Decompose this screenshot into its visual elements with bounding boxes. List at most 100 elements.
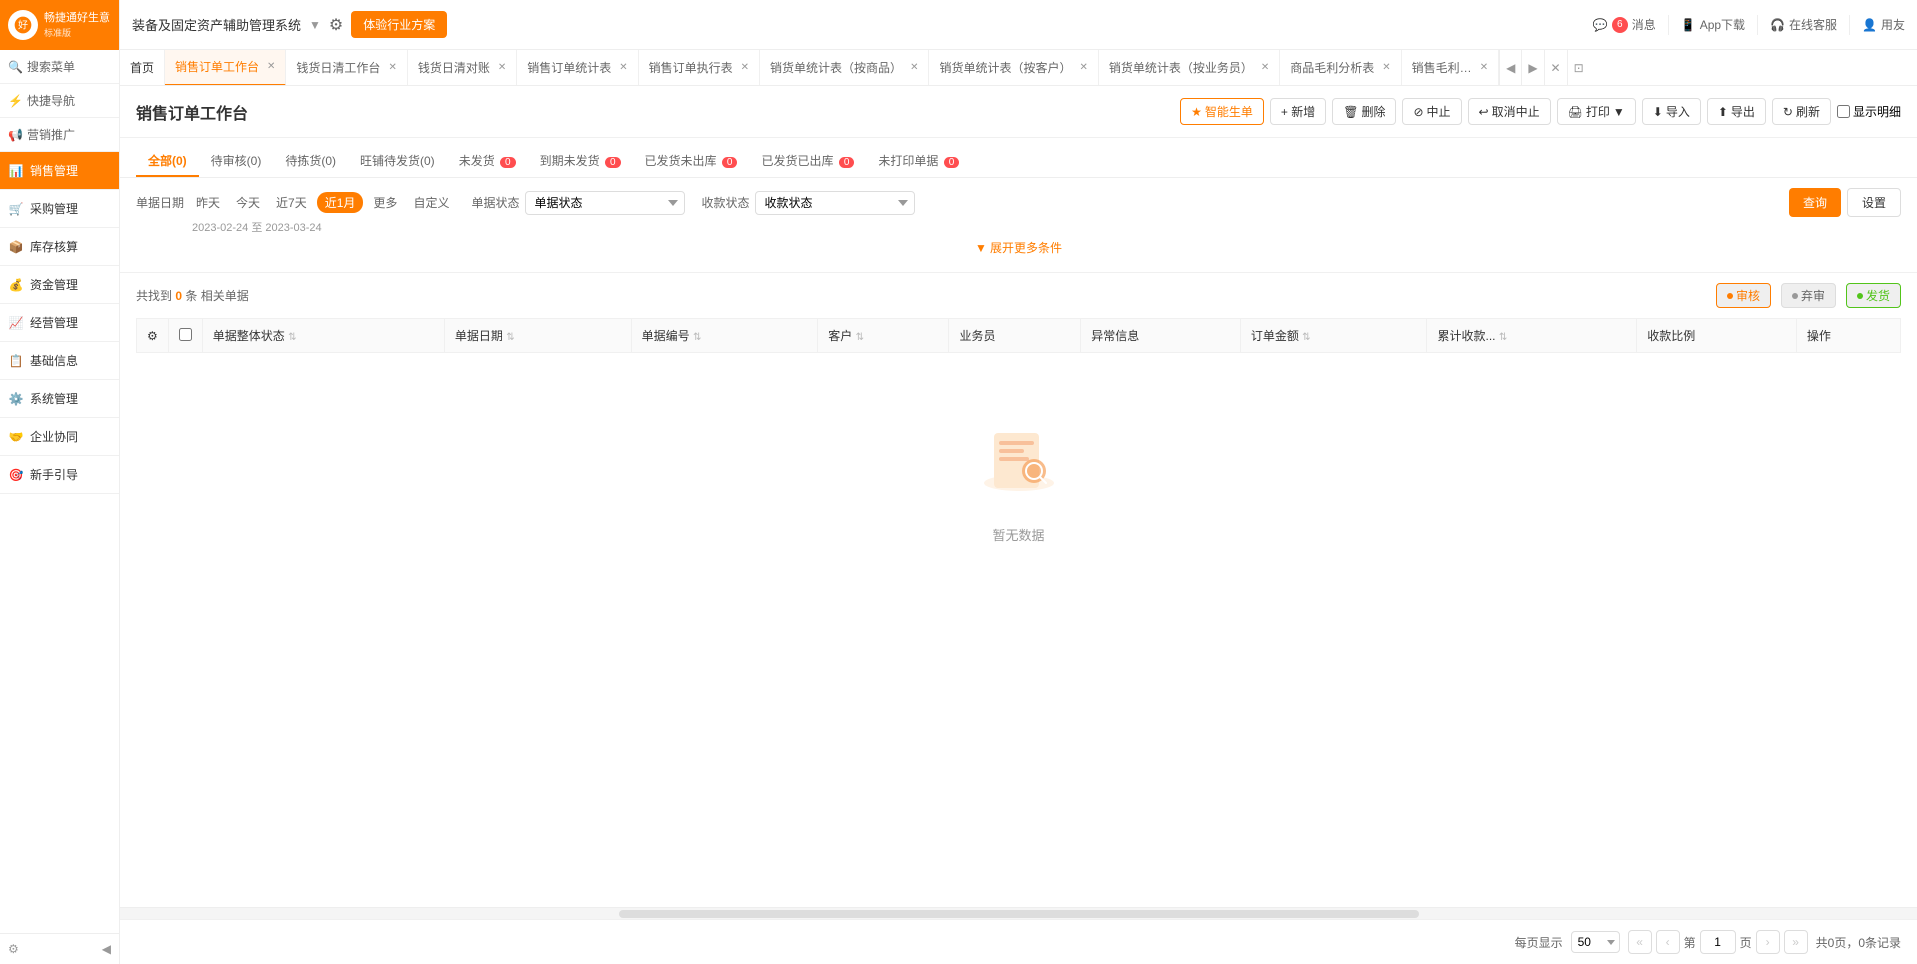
tab-sales-salesman[interactable]: 销货单统计表（按业务员） ✕ xyxy=(1099,50,1280,86)
subtab-overdue-ship[interactable]: 到期未发货 0 xyxy=(528,146,633,177)
subtab-wangpu-ship[interactable]: 旺铺待发货(0) xyxy=(348,146,447,177)
sidebar-item-system[interactable]: ⚙️ 系统管理 xyxy=(0,380,119,418)
print-button[interactable]: 🖨 打印 ▼ xyxy=(1557,98,1636,125)
sidebar-item-search[interactable]: 🔍 搜索菜单 xyxy=(0,50,119,84)
tab-sales-workbench-close[interactable]: ✕ xyxy=(267,61,275,72)
tab-sales-product-close[interactable]: ✕ xyxy=(910,62,918,73)
subtab-pending-review[interactable]: 待审核(0) xyxy=(199,146,274,177)
stop-button[interactable]: ⊘ 中止 xyxy=(1402,98,1461,125)
sidebar-item-quicknav[interactable]: ⚡ 快捷导航 xyxy=(0,84,119,118)
tab-order-exec-close[interactable]: ✕ xyxy=(741,62,749,73)
page-last-btn[interactable]: » xyxy=(1784,930,1808,954)
date-yesterday[interactable]: 昨天 xyxy=(190,192,226,213)
tab-sales-gross[interactable]: 销售毛利… ✕ xyxy=(1402,50,1499,86)
sidebar-settings-icon[interactable]: ⚙ xyxy=(8,942,19,956)
horizontal-scrollbar[interactable] xyxy=(120,907,1917,919)
sidebar-item-finance[interactable]: 💰 资金管理 xyxy=(0,266,119,304)
date-7days[interactable]: 近7天 xyxy=(270,192,313,213)
tab-gross-profit[interactable]: 商品毛利分析表 ✕ xyxy=(1280,50,1401,86)
tab-order-exec[interactable]: 销售订单执行表 ✕ xyxy=(639,50,760,86)
tab-nav-left[interactable]: ◀ xyxy=(1499,50,1521,86)
subtab-not-shipped[interactable]: 未发货 0 xyxy=(447,146,528,177)
sidebar-item-purchase[interactable]: 🛒 采购管理 xyxy=(0,190,119,228)
receipt-filter-select[interactable]: 收款状态 xyxy=(755,191,915,215)
tab-sales-salesman-close[interactable]: ✕ xyxy=(1261,62,1269,73)
unaudit-button[interactable]: 弃审 xyxy=(1781,283,1836,308)
refresh-button[interactable]: ↻ 刷新 xyxy=(1772,98,1831,125)
user-item[interactable]: 👤 用友 xyxy=(1862,16,1905,33)
tab-sales-gross-close[interactable]: ✕ xyxy=(1480,62,1488,73)
subtab-shipped-not-out[interactable]: 已发货未出库 0 xyxy=(633,146,750,177)
tab-order-stats[interactable]: 销售订单统计表 ✕ xyxy=(517,50,638,86)
subtab-all[interactable]: 全部(0) xyxy=(136,146,199,177)
subtab-not-printed[interactable]: 未打印单据 0 xyxy=(866,146,971,177)
topbar-gear-icon[interactable]: ⚙ xyxy=(329,15,343,35)
sidebar-collapse-icon[interactable]: ◀ xyxy=(102,942,111,956)
tab-nav-right[interactable]: ▶ xyxy=(1521,50,1543,86)
per-page-select[interactable]: 50 10 20 100 xyxy=(1571,931,1620,953)
tab-cash-daily[interactable]: 钱货日清工作台 ✕ xyxy=(286,50,407,86)
tab-close-all[interactable]: ✕ xyxy=(1544,50,1567,86)
col-checkbox[interactable] xyxy=(168,319,202,353)
subtab-shipped-out[interactable]: 已发货已出库 0 xyxy=(749,146,866,177)
date-today[interactable]: 今天 xyxy=(230,192,266,213)
sidebar-item-sales[interactable]: 📊 销售管理 xyxy=(0,152,119,190)
tab-sales-workbench[interactable]: 销售订单工作台 ✕ xyxy=(165,50,286,86)
tab-expand[interactable]: ⊡ xyxy=(1567,50,1590,86)
cancel-stop-button[interactable]: ↩ 取消中止 xyxy=(1468,98,1551,125)
date-more[interactable]: 更多 xyxy=(367,192,403,213)
tab-gross-profit-close[interactable]: ✕ xyxy=(1382,62,1390,73)
message-item[interactable]: 💬 6 消息 xyxy=(1593,16,1656,33)
detail-checkbox[interactable] xyxy=(1837,105,1850,118)
query-button[interactable]: 查询 xyxy=(1789,188,1841,217)
sidebar-item-basic[interactable]: 📋 基础信息 xyxy=(0,342,119,380)
page-first-btn[interactable]: « xyxy=(1628,930,1652,954)
sidebar-item-guide[interactable]: 🎯 新手引导 xyxy=(0,456,119,494)
col-date-sort[interactable]: ⇅ xyxy=(506,332,514,343)
subtab-pending-pick[interactable]: 待拣货(0) xyxy=(273,146,348,177)
sidebar-item-promo[interactable]: 📢 营销推广 xyxy=(0,118,119,152)
refresh-label: 刷新 xyxy=(1796,103,1820,120)
sidebar-item-inventory[interactable]: 📦 库存核算 xyxy=(0,228,119,266)
col-received-sort[interactable]: ⇅ xyxy=(1499,332,1507,343)
trial-button[interactable]: 体验行业方案 xyxy=(351,11,447,38)
online-service-item[interactable]: 🎧 在线客服 xyxy=(1770,16,1837,33)
tab-home[interactable]: 首页 xyxy=(120,50,165,86)
col-amount-sort[interactable]: ⇅ xyxy=(1302,332,1310,343)
ship-button[interactable]: 发货 xyxy=(1846,283,1901,308)
col-settings[interactable]: ⚙ xyxy=(137,319,169,353)
scrollbar-thumb[interactable] xyxy=(619,910,1419,918)
settings-icon[interactable]: ⚙ xyxy=(147,329,158,343)
tab-sales-customer[interactable]: 销货单统计表（按客户） ✕ xyxy=(929,50,1098,86)
setting-button[interactable]: 设置 xyxy=(1847,188,1901,217)
table-info-text: 共找到 xyxy=(136,289,172,303)
date-custom[interactable]: 自定义 xyxy=(407,192,455,213)
col-status-sort[interactable]: ⇅ xyxy=(288,332,296,343)
sidebar-item-collab[interactable]: 🤝 企业协同 xyxy=(0,418,119,456)
audit-button[interactable]: 审核 xyxy=(1716,283,1771,308)
col-number-sort[interactable]: ⇅ xyxy=(693,332,701,343)
tab-order-stats-close[interactable]: ✕ xyxy=(619,62,627,73)
page-next-btn[interactable]: › xyxy=(1756,930,1780,954)
date-1month[interactable]: 近1月 xyxy=(317,192,364,213)
tab-sales-customer-close[interactable]: ✕ xyxy=(1079,62,1087,73)
smart-create-button[interactable]: ★ 智能生单 xyxy=(1180,98,1264,125)
select-all-checkbox[interactable] xyxy=(179,328,192,341)
expand-more-btn[interactable]: ▼ 展开更多条件 xyxy=(975,239,1062,256)
sidebar-item-operation[interactable]: 📈 经营管理 xyxy=(0,304,119,342)
delete-button[interactable]: 🗑 删除 xyxy=(1332,98,1396,125)
tab-cash-daily-close[interactable]: ✕ xyxy=(388,62,396,73)
import-button[interactable]: ⬇ 导入 xyxy=(1642,98,1701,125)
col-customer-sort[interactable]: ⇅ xyxy=(856,332,864,343)
export-button[interactable]: ⬆ 导出 xyxy=(1707,98,1766,125)
page-input[interactable] xyxy=(1700,930,1736,954)
page-prev-btn[interactable]: ‹ xyxy=(1656,930,1680,954)
tab-reconcile[interactable]: 钱货日清对账 ✕ xyxy=(408,50,517,86)
status-filter-select[interactable]: 单据状态 xyxy=(525,191,685,215)
show-detail-checkbox[interactable]: 显示明细 xyxy=(1837,103,1901,120)
topbar-dropdown-icon[interactable]: ▼ xyxy=(309,18,321,32)
tab-reconcile-close[interactable]: ✕ xyxy=(498,62,506,73)
app-download-item[interactable]: 📱 App下载 xyxy=(1681,16,1745,33)
tab-sales-product[interactable]: 销货单统计表（按商品） ✕ xyxy=(760,50,929,86)
add-button[interactable]: + 新增 xyxy=(1270,98,1326,125)
